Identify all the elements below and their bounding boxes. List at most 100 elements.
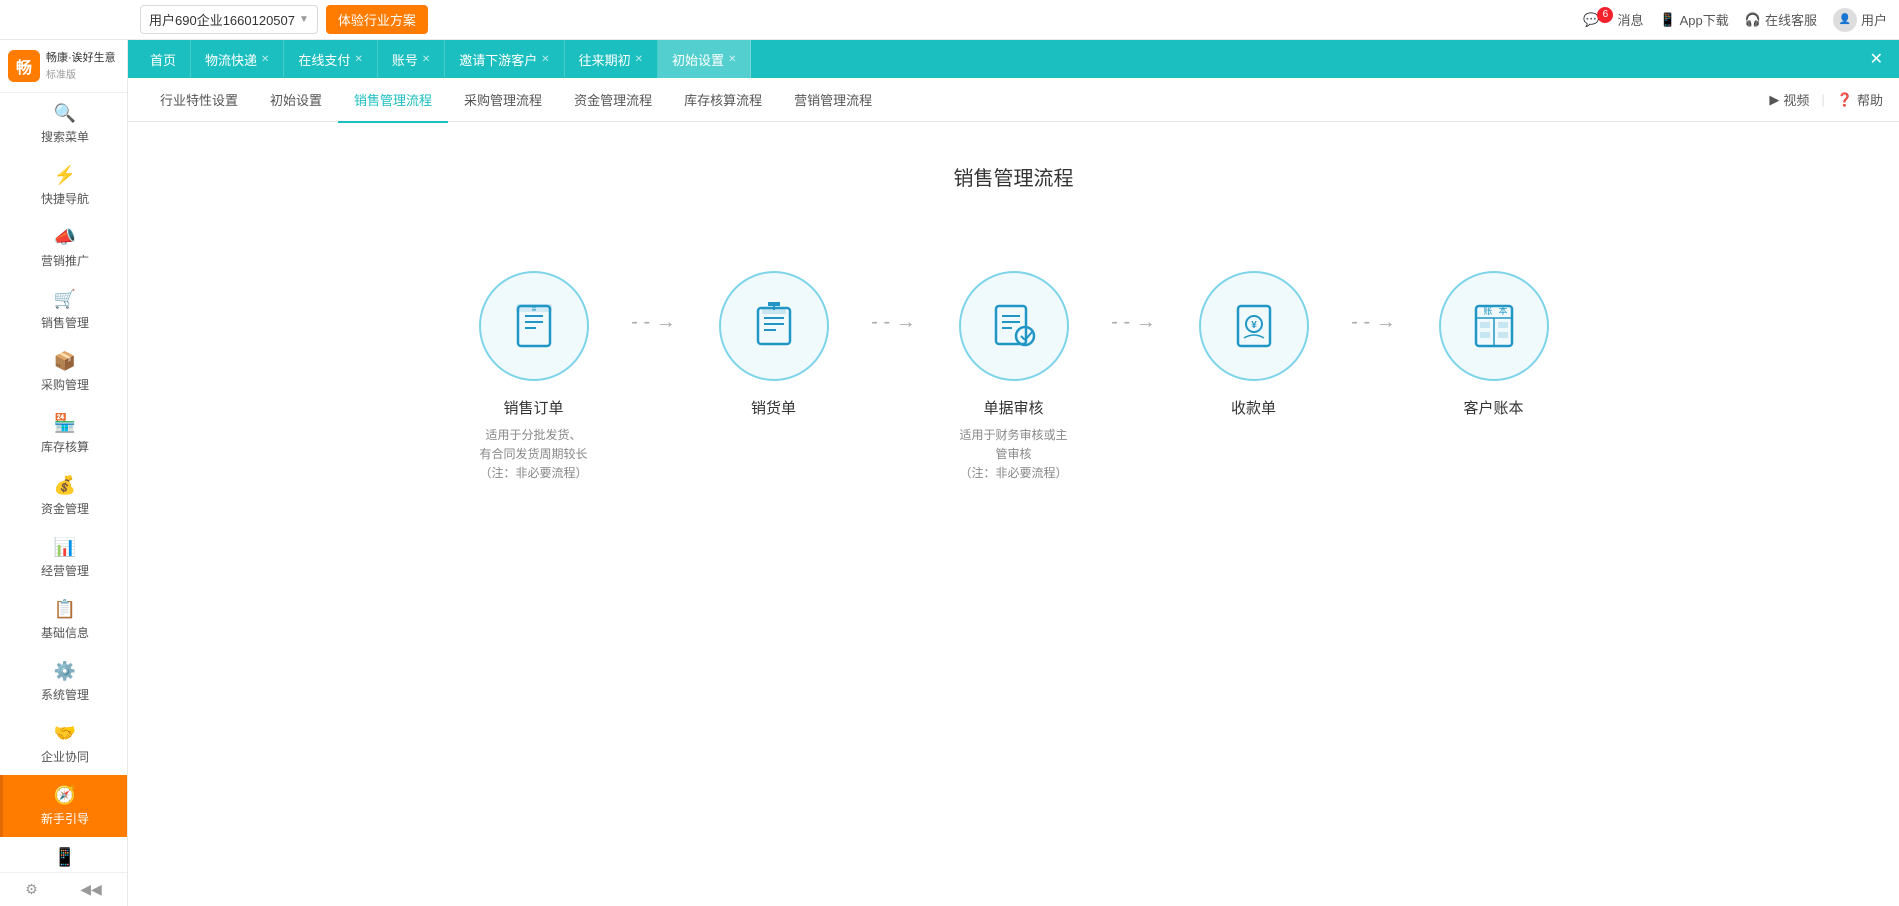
- sidebar-label-operations: 经营管理: [41, 562, 89, 579]
- online-service-item[interactable]: 🎧 在线客服: [1745, 10, 1817, 29]
- close-all-icon[interactable]: ✕: [1862, 49, 1891, 69]
- logo-subtitle: 标准版: [46, 66, 116, 81]
- tab-close-payment[interactable]: ✕: [354, 54, 362, 65]
- collapse-icon[interactable]: ◀◀: [80, 881, 102, 898]
- sidebar-item-system[interactable]: ⚙️ 系统管理: [0, 651, 127, 713]
- tab-period_init[interactable]: 往来期初 ✕: [565, 40, 658, 78]
- sidebar-item-marketing_promo[interactable]: 📣 营销推广: [0, 217, 127, 279]
- tab-label-home: 首页: [150, 50, 176, 69]
- flow-circle-receipt: ¥: [1199, 271, 1309, 381]
- sidebar-icon-enterprise_coop: 🤝: [54, 723, 76, 744]
- sub-tab-sales_flow[interactable]: 销售管理流程: [338, 79, 448, 123]
- play-icon: ▶: [1769, 92, 1779, 108]
- sub-tab-industry_settings[interactable]: 行业特性设置: [144, 79, 254, 123]
- sidebar-item-app_center[interactable]: 📱 应用中心: [0, 837, 127, 872]
- help-label: 帮助: [1857, 90, 1883, 109]
- flow-step-doc_review[interactable]: 单据审核适用于财务审核或主 管审核 （注：非必要流程）: [924, 271, 1104, 484]
- help-link[interactable]: ❓ 帮助: [1837, 90, 1883, 109]
- tab-label-invite_downstream: 邀请下游客户: [459, 50, 537, 69]
- sidebar-item-inventory[interactable]: 🏪 库存核算: [0, 403, 127, 465]
- flow-diagram: ≡ 销售订单适用于分批发货、 有合同发货周期较长 （注：非必要流程）- - → …: [148, 251, 1879, 504]
- sidebar-icon-sales_mgmt: 🛒: [54, 289, 76, 310]
- user-selector-text: 用户690企业1660120507: [149, 10, 295, 29]
- flow-step-title-receipt: 收款单: [1231, 397, 1276, 418]
- app-download-item[interactable]: 📱 App下载: [1659, 10, 1728, 29]
- logo-title: 畅康·诶好生意: [46, 51, 116, 65]
- sidebar-item-purchase_mgmt[interactable]: 📦 采购管理: [0, 341, 127, 403]
- arrow-icon: - - →: [1351, 311, 1395, 334]
- tab-logistics[interactable]: 物流快递✕: [191, 40, 284, 78]
- online-service-label: 在线客服: [1765, 10, 1817, 29]
- tab-label-period_init: 往来期初: [579, 50, 631, 69]
- tab-close-logistics[interactable]: ✕: [261, 54, 269, 65]
- sub-tab-actions: ▶ 视频 | ❓ 帮助: [1769, 90, 1883, 109]
- flow-step-title-sales_order: 销售订单: [503, 397, 563, 418]
- sidebar-label-quick: 快捷导航: [41, 190, 89, 207]
- sidebar-label-marketing_promo: 营销推广: [41, 252, 89, 269]
- sub-tab-label-industry_settings: 行业特性设置: [160, 90, 238, 109]
- sidebar-item-sales_mgmt[interactable]: 🛒 销售管理: [0, 279, 127, 341]
- sub-tab-purchase_flow[interactable]: 采购管理流程: [448, 79, 558, 123]
- sub-tab-label-sales_flow: 销售管理流程: [354, 90, 432, 109]
- sub-tab-inventory_flow[interactable]: 库存核算流程: [668, 79, 778, 123]
- sub-tab-label-initial_setup: 初始设置: [270, 90, 322, 109]
- flow-step-title-customer_ledger: 客户账本: [1463, 397, 1523, 418]
- sidebar-icon-guide: 🧭: [54, 785, 76, 806]
- sidebar-item-finance[interactable]: 💰 资金管理: [0, 465, 127, 527]
- chevron-down-icon: ▼: [299, 14, 309, 25]
- svg-text:本: 本: [1498, 305, 1507, 316]
- sidebar-item-search[interactable]: 🔍 搜索菜单: [0, 93, 127, 155]
- flow-step-title-sales_invoice: 销货单: [751, 397, 796, 418]
- tab-invite_downstream[interactable]: 邀请下游客户 ✕: [445, 40, 564, 78]
- sidebar-item-operations[interactable]: 📊 经营管理: [0, 527, 127, 589]
- avatar: 👤: [1833, 8, 1857, 32]
- flow-step-desc-sales_order: 适用于分批发货、 有合同发货周期较长 （注：非必要流程）: [479, 426, 587, 484]
- sidebar-label-inventory: 库存核算: [41, 438, 89, 455]
- sidebar-item-guide[interactable]: 🧭 新手引导: [0, 775, 127, 837]
- message-badge: 6: [1597, 7, 1613, 23]
- flow-step-customer_ledger[interactable]: 账 本 客户账本: [1404, 271, 1584, 426]
- header-left: 用户690企业1660120507 ▼ 体验行业方案: [0, 5, 428, 34]
- sidebar-icon-system: ⚙️: [54, 661, 76, 682]
- sub-tab-marketing_flow[interactable]: 营销管理流程: [778, 79, 888, 123]
- sidebar-item-basic_info[interactable]: 📋 基础信息: [0, 589, 127, 651]
- sidebar-item-quick[interactable]: ⚡ 快捷导航: [0, 155, 127, 217]
- flow-step-title-doc_review: 单据审核: [983, 397, 1043, 418]
- tab-account[interactable]: 账号✕: [378, 40, 445, 78]
- flow-arrow-2: - - →: [1104, 271, 1164, 334]
- tab-initial_setup[interactable]: 初始设置✕: [658, 40, 751, 78]
- sidebar-icon-search: 🔍: [54, 103, 76, 124]
- download-icon: 📱: [1659, 12, 1675, 28]
- experience-button[interactable]: 体验行业方案: [326, 5, 428, 34]
- page-content: 销售管理流程 ≡ 销售订单适用于分批发货、 有合同发货周期较长 （注：非必要流程…: [128, 122, 1899, 906]
- svg-text:¥: ¥: [1251, 320, 1257, 331]
- tab-close-invite_downstream[interactable]: ✕: [541, 54, 549, 65]
- user-selector[interactable]: 用户690企业1660120507 ▼: [140, 5, 318, 34]
- video-link[interactable]: ▶ 视频: [1769, 90, 1809, 109]
- page-title: 销售管理流程: [148, 162, 1879, 191]
- flow-circle-doc_review: [959, 271, 1069, 381]
- flow-step-receipt[interactable]: ¥ 收款单: [1164, 271, 1344, 426]
- tab-payment[interactable]: 在线支付 ✕: [284, 40, 377, 78]
- flow-circle-customer_ledger: 账 本: [1439, 271, 1549, 381]
- sidebar-label-search: 搜索菜单: [41, 128, 89, 145]
- user-item[interactable]: 👤 用户: [1833, 8, 1887, 32]
- top-header: 用户690企业1660120507 ▼ 体验行业方案 💬 6 消息 📱 App下…: [0, 0, 1899, 40]
- flow-step-sales_order[interactable]: ≡ 销售订单适用于分批发货、 有合同发货周期较长 （注：非必要流程）: [444, 271, 624, 484]
- svg-text:≡: ≡: [531, 305, 536, 314]
- sub-tab-capital_flow[interactable]: 资金管理流程: [558, 79, 668, 123]
- tab-home[interactable]: 首页: [136, 40, 191, 78]
- message-item[interactable]: 💬 6 消息: [1583, 10, 1643, 29]
- sidebar-item-enterprise_coop[interactable]: 🤝 企业协同: [0, 713, 127, 775]
- tab-close-account[interactable]: ✕: [422, 54, 430, 65]
- tab-nav: 首页物流快递✕在线支付✕账号✕邀请下游客户✕往来期初✕初始设置✕✕: [128, 40, 1899, 78]
- logo-icon: 畅: [8, 50, 40, 82]
- flow-step-sales_invoice[interactable]: 销货单: [684, 271, 864, 426]
- tab-close-period_init[interactable]: ✕: [635, 54, 643, 65]
- tab-label-payment: 在线支付: [298, 50, 350, 69]
- tab-close-initial_setup[interactable]: ✕: [728, 54, 736, 65]
- sub-tab-initial_setup[interactable]: 初始设置: [254, 79, 338, 123]
- sidebar-label-finance: 资金管理: [41, 500, 89, 517]
- sidebar: 畅 畅康·诶好生意 标准版 🔍 搜索菜单 ⚡ 快捷导航 📣 营销推广 🛒 销售管…: [0, 40, 128, 906]
- settings-icon[interactable]: ⚙: [25, 881, 38, 898]
